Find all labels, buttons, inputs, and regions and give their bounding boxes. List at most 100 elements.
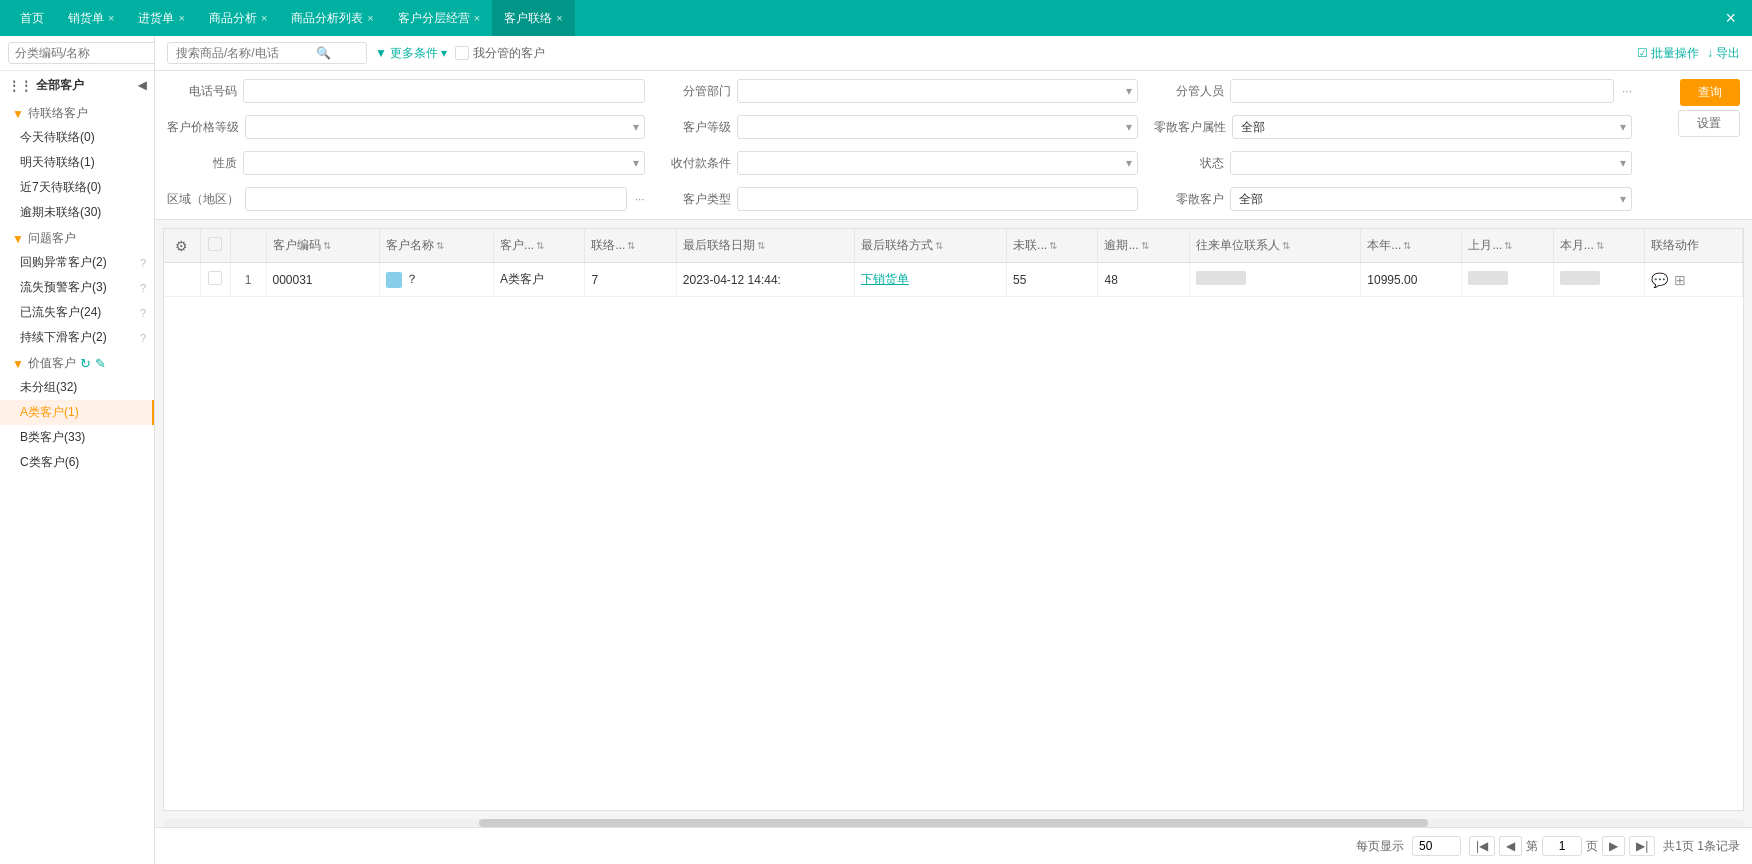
per-page-select[interactable]: 50 20 100 xyxy=(1412,836,1461,856)
filter-select-retail-attr[interactable]: 全部 xyxy=(1232,115,1632,139)
filter-input-person[interactable] xyxy=(1230,79,1614,103)
my-customer-check-icon[interactable] xyxy=(455,46,469,60)
col-header-last-method[interactable]: 最后联络方式⇅ xyxy=(854,229,1006,263)
filter-cell-customer-grade: 客户等级 ▾ xyxy=(653,115,1147,139)
col-header-last-date[interactable]: 最后联络日期⇅ xyxy=(676,229,854,263)
grid-action-icon[interactable]: ⊞ xyxy=(1674,272,1686,288)
filter-select-dept-wrapper: ▾ xyxy=(737,79,1139,103)
gear-settings-icon[interactable]: ⚙ xyxy=(175,238,188,254)
sidebar-item-overdue[interactable]: 逾期未联络(30) xyxy=(0,200,154,225)
nav-product-analysis-list[interactable]: 商品分析列表 × xyxy=(279,0,385,36)
page-next-btn[interactable]: ▶ xyxy=(1602,836,1625,856)
sidebar: 🔍 ⋮⋮ 全部客户 ◀ ▼ 待联络客户 今天待联络(0) 明天待联络(1) 近7… xyxy=(0,36,155,864)
col-header-check[interactable] xyxy=(200,229,230,263)
nav-customer-segment-close[interactable]: × xyxy=(474,12,480,24)
col-header-customer-name[interactable]: 客户名称⇅ xyxy=(380,229,494,263)
sidebar-item-ungrouped[interactable]: 未分组(32) xyxy=(0,375,154,400)
filter-select-retail[interactable]: 全部 xyxy=(1230,187,1632,211)
sidebar-group-problem[interactable]: ▼ 问题客户 xyxy=(0,225,154,250)
filter-select-payment[interactable] xyxy=(737,151,1139,175)
nav-customer-segment[interactable]: 客户分层经营 × xyxy=(386,0,492,36)
region-dots-btn[interactable]: ··· xyxy=(635,192,645,206)
sidebar-group-value[interactable]: ▼ 价值客户 ↻ ✎ xyxy=(0,350,154,375)
help-icon-3: ? xyxy=(140,307,146,319)
filter-label-retail: 零散客户 xyxy=(1154,191,1224,208)
nav-product-analysis[interactable]: 商品分析 × xyxy=(197,0,279,36)
page-input[interactable] xyxy=(1542,836,1582,856)
nav-sales-order-close[interactable]: × xyxy=(108,12,114,24)
sidebar-all-customers[interactable]: ⋮⋮ 全部客户 ◀ xyxy=(0,71,154,100)
nav-product-analysis-list-close[interactable]: × xyxy=(367,12,373,24)
page-first-btn[interactable]: |◀ xyxy=(1469,836,1495,856)
filter-search-icon[interactable]: 🔍 xyxy=(316,46,331,60)
edit-icon[interactable]: ✎ xyxy=(95,356,106,371)
filter-label-customer-type: 客户类型 xyxy=(661,191,731,208)
col-header-last-month[interactable]: 上月...⇅ xyxy=(1462,229,1553,263)
nav-purchase-order-close[interactable]: × xyxy=(178,12,184,24)
more-filter-btn[interactable]: ▼ 更多条件 ▾ xyxy=(375,45,447,62)
refresh-icon[interactable]: ↻ xyxy=(80,356,91,371)
col-header-this-month[interactable]: 本月...⇅ xyxy=(1553,229,1644,263)
sidebar-item-7days[interactable]: 近7天待联络(0) xyxy=(0,175,154,200)
nav-sales-order[interactable]: 销货单 × xyxy=(56,0,126,36)
filter-label-price-grade: 客户价格等级 xyxy=(167,119,239,136)
row-last-method[interactable]: 下销货单 xyxy=(854,263,1006,297)
col-header-contact[interactable]: 联络...⇅ xyxy=(585,229,676,263)
sidebar-item-c-class[interactable]: C类客户(6) xyxy=(0,450,154,475)
nav-customer-contact-close[interactable]: × xyxy=(556,12,562,24)
filter-select-customer-grade[interactable] xyxy=(737,115,1139,139)
header-checkbox-icon[interactable] xyxy=(208,237,222,251)
sidebar-group-pending[interactable]: ▼ 待联络客户 xyxy=(0,100,154,125)
sidebar-item-churned[interactable]: 已流失客户(24) ? xyxy=(0,300,154,325)
sidebar-item-a-class[interactable]: A类客户(1) xyxy=(0,400,154,425)
filter-input-phone[interactable] xyxy=(243,79,645,103)
col-header-unit-contact[interactable]: 往来单位联系人⇅ xyxy=(1189,229,1360,263)
filter-input-customer-type[interactable] xyxy=(737,187,1139,211)
sidebar-item-repurchase-abnormal[interactable]: 回购异常客户(2) ? xyxy=(0,250,154,275)
sidebar-search-input[interactable] xyxy=(8,42,155,64)
filter-select-dept[interactable] xyxy=(737,79,1139,103)
sidebar-item-churn-warning[interactable]: 流失预警客户(3) ? xyxy=(0,275,154,300)
sidebar-item-b-class[interactable]: B类客户(33) xyxy=(0,425,154,450)
chat-action-icon[interactable]: 💬 xyxy=(1651,272,1668,288)
horizontal-scrollbar[interactable] xyxy=(163,819,1744,827)
query-button[interactable]: 查询 xyxy=(1680,79,1740,106)
nav-close-all[interactable]: × xyxy=(1717,8,1744,29)
row-customer-code[interactable]: 000031 xyxy=(266,263,380,297)
export-btn[interactable]: ↓ 导出 xyxy=(1707,45,1740,62)
nav-customer-contact[interactable]: 客户联络 × xyxy=(492,0,574,36)
setting-button[interactable]: 设置 xyxy=(1678,110,1740,137)
filter-select-nature-wrapper: ▾ xyxy=(243,151,645,175)
row-this-month xyxy=(1553,263,1644,297)
row-customer-name[interactable]: ？ xyxy=(380,263,494,297)
col-header-customer-type[interactable]: 客户...⇅ xyxy=(494,229,585,263)
filter-row-1: 电话号码 分管部门 ▾ xyxy=(167,79,1640,103)
nav-home[interactable]: 首页 xyxy=(8,0,56,36)
filter-select-status[interactable] xyxy=(1230,151,1632,175)
nav-purchase-order[interactable]: 进货单 × xyxy=(126,0,196,36)
row-checkbox-icon[interactable] xyxy=(208,271,222,285)
person-dots-btn[interactable]: ··· xyxy=(1622,84,1632,98)
filter-search-input[interactable] xyxy=(176,46,316,60)
row-check[interactable] xyxy=(200,263,230,297)
filter-input-region[interactable] xyxy=(245,187,627,211)
filter-select-price-grade[interactable] xyxy=(245,115,645,139)
batch-op-btn[interactable]: ☑ 批量操作 xyxy=(1637,45,1699,62)
my-customer-checkbox[interactable]: 我分管的客户 xyxy=(455,45,545,62)
nav-product-analysis-close[interactable]: × xyxy=(261,12,267,24)
scrollbar-thumb[interactable] xyxy=(479,819,1428,827)
col-header-customer-code[interactable]: 客户编码⇅ xyxy=(266,229,380,263)
toolbar-right: ☑ 批量操作 ↓ 导出 xyxy=(1637,45,1740,62)
col-header-no-contact[interactable]: 未联...⇅ xyxy=(1007,229,1098,263)
table-area: ⚙ 客户编码⇅ 客户名称⇅ 客户...⇅ xyxy=(163,228,1744,811)
col-header-overdue[interactable]: 逾期...⇅ xyxy=(1098,229,1189,263)
col-header-settings[interactable]: ⚙ xyxy=(164,229,200,263)
page-last-btn[interactable]: ▶| xyxy=(1629,836,1655,856)
sidebar-item-declining[interactable]: 持续下滑客户(2) ? xyxy=(0,325,154,350)
sidebar-item-tomorrow[interactable]: 明天待联络(1) xyxy=(0,150,154,175)
sidebar-item-today[interactable]: 今天待联络(0) xyxy=(0,125,154,150)
row-num: 1 xyxy=(230,263,266,297)
col-header-this-year[interactable]: 本年...⇅ xyxy=(1361,229,1462,263)
page-prev-btn[interactable]: ◀ xyxy=(1499,836,1522,856)
filter-select-nature[interactable] xyxy=(243,151,645,175)
